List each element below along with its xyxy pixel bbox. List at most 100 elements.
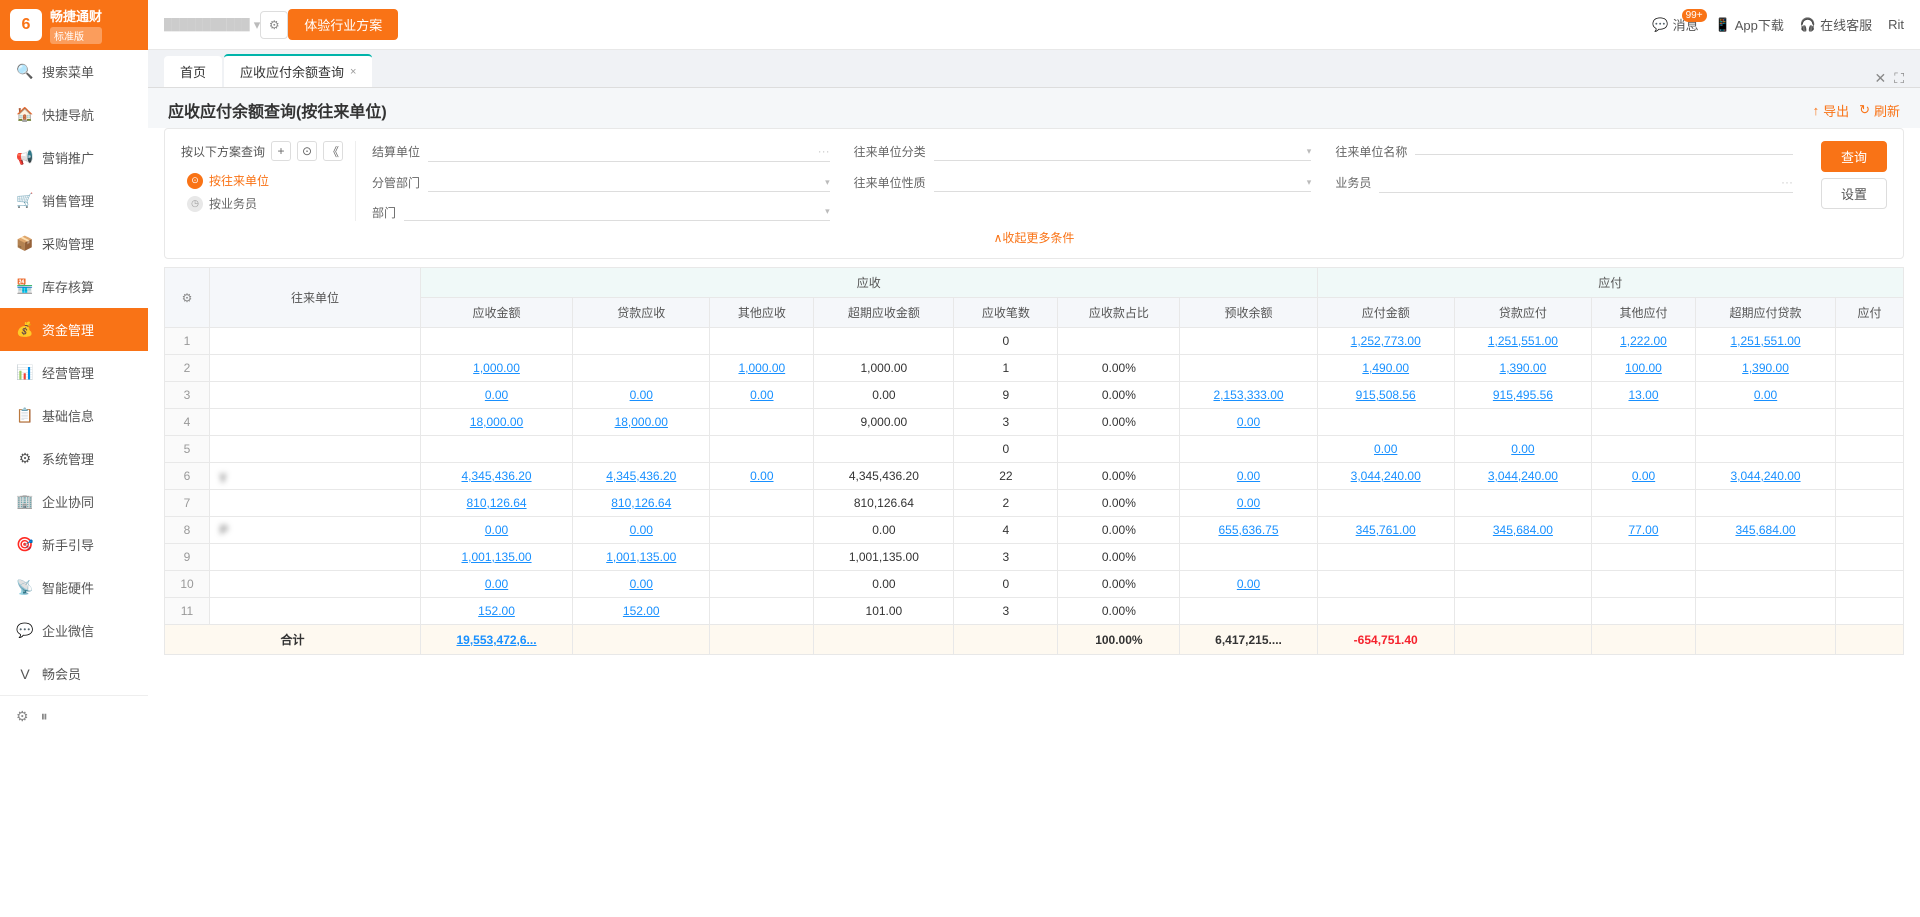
col-ap-loan: 贷款应付 [1454, 298, 1591, 328]
sidebar-icon-member: V [16, 666, 34, 682]
query-button[interactable]: 查询 [1821, 141, 1887, 172]
col-ar-advance: 预收余额 [1180, 298, 1317, 328]
sidebar-item-purchase[interactable]: 📦 采购管理 [0, 222, 148, 265]
sidebar-label-basic-info: 基础信息 [42, 406, 94, 425]
tab-close-ar-ap[interactable]: × [350, 66, 356, 78]
settlement-unit-input[interactable]: ··· [428, 141, 830, 162]
sidebar-label-quick-nav: 快捷导航 [42, 105, 94, 124]
sidebar-item-search-menu[interactable]: 🔍 搜索菜单 [0, 50, 148, 93]
scheme-by-partner[interactable]: ⊙ 按往来单位 [181, 169, 343, 192]
breadcrumb: ███████████ ▾ [164, 17, 260, 33]
filter-add-btn[interactable]: + [271, 141, 291, 161]
tab-label-ar-ap: 应收应付余额查询 [240, 62, 344, 81]
table-row: 100.000.000.0000.00%0.00 [165, 571, 1904, 598]
col-ar-other: 其他应收 [710, 298, 814, 328]
app-edition: 标准版 [50, 27, 102, 44]
filter-settings-btn[interactable]: ⊙ [297, 141, 317, 161]
col-ap-other: 其他应付 [1592, 298, 1696, 328]
refresh-button[interactable]: ↻ 刷新 [1859, 101, 1900, 120]
sidebar-label-cooperation: 企业协同 [42, 492, 94, 511]
app-name: 畅捷通财 [50, 6, 102, 25]
footer-ap-amount: -654,751.40 [1317, 625, 1454, 655]
filter-collapse-btn[interactable]: 《 [323, 141, 343, 161]
table-row: 91,001,135.001,001,135.001,001,135.0030.… [165, 544, 1904, 571]
sidebar-label-finance: 资金管理 [42, 320, 94, 339]
col-ar-loan: 贷款应收 [573, 298, 710, 328]
footer-ar-amount[interactable]: 19,553,472,6... [420, 625, 572, 655]
col-ar-overdue: 超期应收金额 [814, 298, 954, 328]
sidebar-label-purchase: 采购管理 [42, 234, 94, 253]
sidebar-item-marketing[interactable]: 📢 营销推广 [0, 136, 148, 179]
online-service-button[interactable]: 🎧 在线客服 [1800, 15, 1872, 34]
sidebar-label-inventory: 库存核算 [42, 277, 94, 296]
app-download-button[interactable]: 📱 App下载 [1715, 15, 1784, 34]
table-row: 101,252,773.001,251,551.001,222.001,251,… [165, 328, 1904, 355]
tab-ar-ap[interactable]: 应收应付余额查询 × [224, 54, 372, 87]
sidebar-icon-quick-nav: 🏠 [16, 106, 34, 123]
filter-label: 按以下方案查询 [181, 143, 265, 160]
sidebar-item-inventory[interactable]: 🏪 库存核算 [0, 265, 148, 308]
table-row: 11152.00152.00101.0030.00% [165, 598, 1904, 625]
filter-salesman: 业务员 ··· [1335, 172, 1793, 193]
sidebar-icon-wechat: 💬 [16, 622, 34, 639]
sidebar-icon-purchase: 📦 [16, 235, 34, 252]
table-row: 500.000.00 [165, 436, 1904, 463]
sidebar-item-wechat[interactable]: 💬 企业微信 [0, 609, 148, 652]
export-button[interactable]: ↑ 导出 [1813, 101, 1850, 120]
setting-button[interactable]: 设置 [1821, 178, 1887, 209]
sidebar-item-basic-info[interactable]: 📋 基础信息 [0, 394, 148, 437]
sidebar-item-business[interactable]: 📊 经营管理 [0, 351, 148, 394]
footer-ar-other [710, 625, 814, 655]
sidebar-icon-finance: 💰 [16, 321, 34, 338]
scheme-partner-label: 按往来单位 [209, 172, 269, 189]
app-logo: 6 畅捷通财 标准版 [0, 0, 148, 50]
sidebar-label-sales: 销售管理 [42, 191, 94, 210]
sidebar-item-quick-nav[interactable]: 🏠 快捷导航 [0, 93, 148, 136]
sidebar-icon-cooperation: 🏢 [16, 493, 34, 510]
sidebar-item-sales[interactable]: 🛒 销售管理 [0, 179, 148, 222]
user-menu[interactable]: Rit [1888, 17, 1904, 32]
table-section: ⚙ 往来单位 应收 应付 应收金额 贷款应收 其他应收 超期应收金额 应收笔数 … [148, 267, 1920, 671]
scheme-by-salesman[interactable]: ◷ 按业务员 [181, 192, 343, 215]
col-ap-overdue: 超期应付贷款 [1695, 298, 1835, 328]
dept-manager-input[interactable]: ▾ [428, 174, 830, 192]
sidebar-icon-system: ⚙ [16, 450, 34, 467]
tab-maximize-icon[interactable]: ⛶ [1894, 70, 1904, 87]
tabbar: 首页应收应付余额查询 × ✕ ⛶ [148, 50, 1920, 88]
partner-name-input[interactable] [1415, 148, 1793, 155]
filter-dept-manager: 分管部门 ▾ [372, 172, 830, 193]
partner-category-input[interactable]: ▾ [934, 143, 1312, 161]
solution-button[interactable]: 体验行业方案 [288, 9, 398, 40]
tab-home[interactable]: 首页 [164, 56, 222, 87]
messages-button[interactable]: 💬 消息 99+ [1652, 15, 1698, 34]
footer-ar-ratio: 100.00% [1058, 625, 1180, 655]
sidebar-label-marketing: 营销推广 [42, 148, 94, 167]
sidebar-item-finance[interactable]: 💰 资金管理 [0, 308, 148, 351]
dept-input[interactable]: ▾ [404, 203, 830, 221]
sidebar-settings-icon[interactable]: ⚙ [16, 708, 29, 725]
sidebar-item-member[interactable]: V 畅会员 [0, 652, 148, 695]
sidebar-collapse-icon[interactable]: ⏸ [41, 708, 48, 725]
settlement-unit-label: 结算单位 [372, 143, 420, 160]
tab-close-all-icon[interactable]: ✕ [1874, 70, 1886, 87]
table-subheader: 应收金额 贷款应收 其他应收 超期应收金额 应收笔数 应收款占比 预收余额 应付… [165, 298, 1904, 328]
sidebar-label-guide: 新手引导 [42, 535, 94, 554]
sidebar-item-system[interactable]: ⚙ 系统管理 [0, 437, 148, 480]
sidebar-label-search-menu: 搜索菜单 [42, 62, 94, 81]
salesman-input[interactable]: ··· [1379, 172, 1793, 193]
breadcrumb-blur: ███████████ [164, 19, 250, 31]
col-group-payable: 应付 [1317, 268, 1903, 298]
partner-nature-input[interactable]: ▾ [934, 174, 1312, 192]
footer-ap-other [1592, 625, 1696, 655]
filter-dept: 部门 ▾ [372, 203, 830, 221]
sidebar-item-guide[interactable]: 🎯 新手引导 [0, 523, 148, 566]
table-settings-icon[interactable]: ⚙ [175, 286, 199, 310]
table-footer-row: 合计 19,553,472,6... 100.00% 6,417,215....… [165, 625, 1904, 655]
sidebar-item-hardware[interactable]: 📡 智能硬件 [0, 566, 148, 609]
sidebar-item-cooperation[interactable]: 🏢 企业协同 [0, 480, 148, 523]
message-icon: 💬 [1652, 17, 1668, 33]
col-ar-ratio: 应收款占比 [1058, 298, 1180, 328]
footer-ar-count [954, 625, 1058, 655]
gear-button[interactable]: ⚙ [260, 11, 288, 39]
collapse-conditions-btn[interactable]: ∧ 收起更多条件 [181, 229, 1887, 246]
